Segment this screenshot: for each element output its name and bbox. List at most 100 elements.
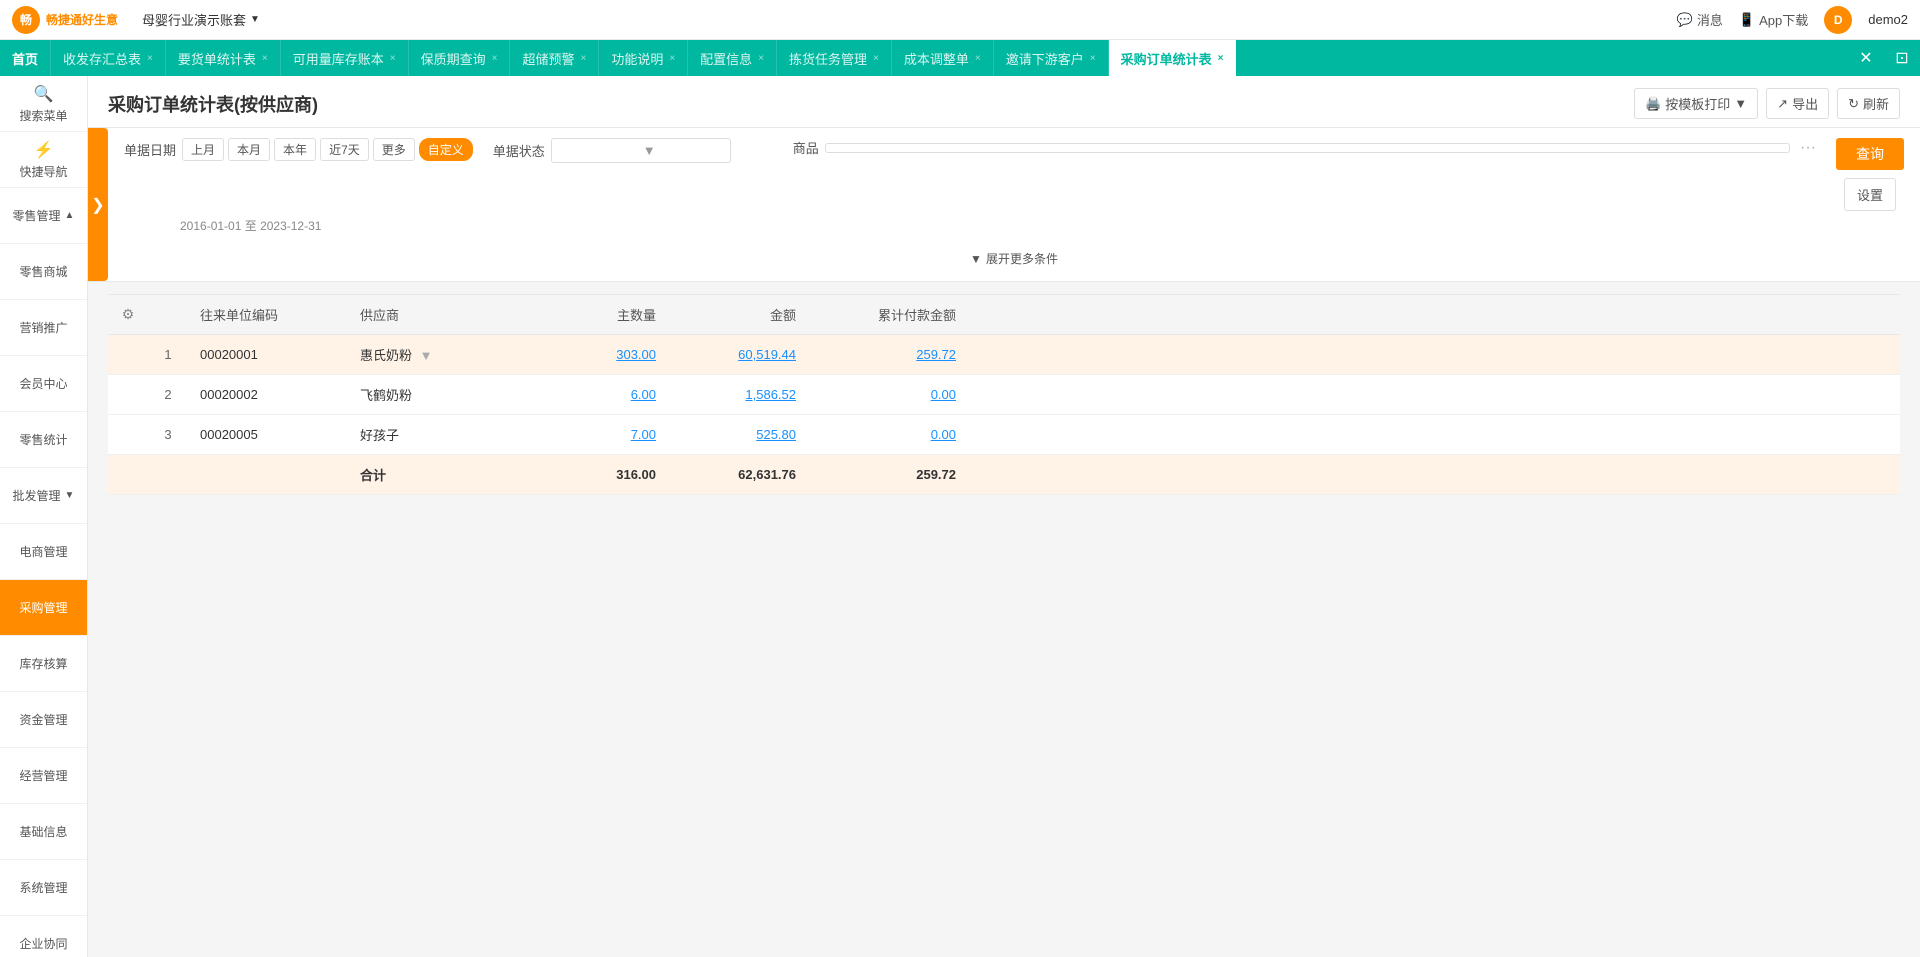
tab-shoufacun[interactable]: 收发存汇总表 × bbox=[51, 40, 166, 76]
sidebar-item-finance[interactable]: 资金管理 bbox=[0, 692, 87, 748]
row-qty[interactable]: 7.00 bbox=[548, 415, 668, 455]
table-row: 3 00020005 好孩子 7.00 525.80 0.00 bbox=[108, 415, 1900, 455]
sidebar-item-wholesale[interactable]: 批发管理 ▼ bbox=[0, 468, 87, 524]
main-layout: 🔍 搜索菜单 ⚡ 快捷导航 零售管理 ▲ 零售商城 营销推广 会员中心 零售统计… bbox=[0, 76, 1920, 957]
row-num: 1 bbox=[148, 335, 188, 375]
refresh-button[interactable]: ↻ 刷新 bbox=[1837, 88, 1900, 119]
sidebar-item-marketing[interactable]: 营销推广 bbox=[0, 300, 87, 356]
tab-baozhi[interactable]: 保质期查询 × bbox=[409, 40, 511, 76]
tab-chaochu[interactable]: 超储预警 × bbox=[510, 40, 599, 76]
expand-more-button[interactable]: ▼ 展开更多条件 bbox=[124, 246, 1904, 271]
sidebar-item-system-label: 系统管理 bbox=[19, 879, 67, 896]
column-settings-icon[interactable]: ⚙ bbox=[122, 306, 135, 322]
row-paid[interactable]: 0.00 bbox=[808, 375, 968, 415]
tab-caigou-active[interactable]: 采购订单统计表 × bbox=[1109, 40, 1237, 76]
query-button[interactable]: 查询 bbox=[1836, 138, 1904, 170]
sidebar-item-inventory[interactable]: 库存核算 bbox=[0, 636, 87, 692]
app-download-label: App下载 bbox=[1759, 10, 1808, 29]
close-icon[interactable]: × bbox=[873, 53, 879, 64]
sidebar-item-basic-label: 基础信息 bbox=[19, 823, 67, 840]
close-icon[interactable]: × bbox=[262, 53, 268, 64]
sidebar-item-ecommerce-label: 电商管理 bbox=[19, 543, 67, 560]
row-qty[interactable]: 6.00 bbox=[548, 375, 668, 415]
tab-gongneng[interactable]: 功能说明 × bbox=[599, 40, 688, 76]
sidebar-item-collab[interactable]: 企业协同 bbox=[0, 916, 87, 957]
close-icon[interactable]: × bbox=[1218, 53, 1224, 64]
close-icon[interactable]: × bbox=[390, 53, 396, 64]
shortcut-custom[interactable]: 自定义 bbox=[419, 138, 473, 161]
status-select[interactable]: ▼ bbox=[551, 138, 731, 163]
nav-icon: ⚡ bbox=[34, 140, 54, 160]
logo-icon: 畅 bbox=[12, 6, 40, 34]
date-to: 2023-12-31 bbox=[260, 219, 321, 233]
sidebar-item-member[interactable]: 会员中心 bbox=[0, 356, 87, 412]
tab-yaohuo[interactable]: 要货单统计表 × bbox=[166, 40, 281, 76]
close-icon[interactable]: × bbox=[975, 53, 981, 64]
app-download-button[interactable]: 📱 App下载 bbox=[1739, 10, 1808, 29]
tab-jianhuo-label: 拣货任务管理 bbox=[789, 49, 867, 68]
table-footer-row: 合计 316.00 62,631.76 259.72 bbox=[108, 455, 1900, 495]
tab-peizhi[interactable]: 配置信息 × bbox=[688, 40, 777, 76]
row-settings bbox=[108, 375, 148, 415]
avatar[interactable]: D bbox=[1824, 6, 1852, 34]
row-amount[interactable]: 1,586.52 bbox=[668, 375, 808, 415]
shortcut-last-month[interactable]: 上月 bbox=[182, 138, 224, 161]
search-icon: 🔍 bbox=[34, 84, 54, 104]
close-icon[interactable]: × bbox=[492, 53, 498, 64]
filter-settings-button[interactable]: 设置 bbox=[1844, 178, 1896, 211]
row-paid[interactable]: 259.72 bbox=[808, 335, 968, 375]
print-button[interactable]: 🖨️ 按模板打印 ▼ bbox=[1634, 88, 1758, 119]
close-icon[interactable]: × bbox=[758, 53, 764, 64]
sidebar-item-purchase[interactable]: 采购管理 bbox=[0, 580, 87, 636]
top-bar-right: 💬 消息 📱 App下载 D demo2 bbox=[1677, 6, 1908, 34]
goods-filter: 商品 ··· bbox=[793, 138, 1816, 157]
sidebar-item-search[interactable]: 🔍 搜索菜单 bbox=[0, 76, 87, 132]
message-icon: 💬 bbox=[1677, 12, 1693, 28]
sidebar-item-nav[interactable]: ⚡ 快捷导航 bbox=[0, 132, 87, 188]
sidebar-item-retail[interactable]: 零售管理 ▲ bbox=[0, 188, 87, 244]
tab-kuyong[interactable]: 可用量库存账本 × bbox=[281, 40, 409, 76]
expand-row-icon[interactable]: ▼ bbox=[420, 348, 433, 363]
sidebar-item-retail-stat[interactable]: 零售统计 bbox=[0, 412, 87, 468]
filter-toggle-button[interactable]: ❯ bbox=[88, 128, 108, 281]
sidebar-item-business[interactable]: 经营管理 bbox=[0, 748, 87, 804]
expand-icon: ▼ bbox=[65, 490, 75, 501]
shortcut-7days[interactable]: 近7天 bbox=[320, 138, 369, 161]
tab-yaoqing-label: 邀请下游客户 bbox=[1006, 49, 1084, 68]
shortcut-more[interactable]: 更多 bbox=[373, 138, 415, 161]
row-num: 2 bbox=[148, 375, 188, 415]
goods-input[interactable] bbox=[825, 143, 1790, 153]
filter-toggle-icon: ❯ bbox=[91, 195, 104, 215]
workspace-selector[interactable]: 母婴行业演示账套 ▼ bbox=[142, 10, 260, 29]
sidebar-item-ecommerce[interactable]: 电商管理 bbox=[0, 524, 87, 580]
row-supplier: 惠氏奶粉 ▼ bbox=[348, 335, 548, 375]
goods-filter-label: 商品 bbox=[793, 138, 819, 157]
sidebar-item-basic[interactable]: 基础信息 bbox=[0, 804, 87, 860]
expand-icon: ▲ bbox=[65, 210, 75, 221]
print-icon: 🖨️ bbox=[1645, 96, 1661, 112]
export-button[interactable]: ↗ 导出 bbox=[1766, 88, 1829, 119]
tab-chengben[interactable]: 成本调整单 × bbox=[892, 40, 994, 76]
user-name: demo2 bbox=[1868, 12, 1908, 27]
sidebar-item-mall[interactable]: 零售商城 bbox=[0, 244, 87, 300]
close-icon[interactable]: × bbox=[669, 53, 675, 64]
tab-yaoqing[interactable]: 邀请下游客户 × bbox=[994, 40, 1109, 76]
goods-more-icon[interactable]: ··· bbox=[1800, 139, 1816, 157]
expand-tabs-btn[interactable]: ⊡ bbox=[1884, 40, 1920, 76]
close-tab-btn[interactable]: ✕ bbox=[1848, 40, 1884, 76]
sidebar-item-system[interactable]: 系统管理 bbox=[0, 860, 87, 916]
close-icon[interactable]: × bbox=[147, 53, 153, 64]
row-paid[interactable]: 0.00 bbox=[808, 415, 968, 455]
nav-tabs: 首页 收发存汇总表 × 要货单统计表 × 可用量库存账本 × 保质期查询 × 超… bbox=[0, 40, 1920, 76]
shortcut-this-year[interactable]: 本年 bbox=[274, 138, 316, 161]
shortcut-this-month[interactable]: 本月 bbox=[228, 138, 270, 161]
th-num bbox=[148, 295, 188, 335]
message-button[interactable]: 💬 消息 bbox=[1677, 10, 1723, 29]
close-icon[interactable]: × bbox=[580, 53, 586, 64]
close-icon[interactable]: × bbox=[1090, 53, 1096, 64]
row-amount[interactable]: 525.80 bbox=[668, 415, 808, 455]
tab-home[interactable]: 首页 bbox=[0, 40, 51, 76]
row-qty[interactable]: 303.00 bbox=[548, 335, 668, 375]
tab-jianhuo[interactable]: 拣货任务管理 × bbox=[777, 40, 892, 76]
row-amount[interactable]: 60,519.44 bbox=[668, 335, 808, 375]
